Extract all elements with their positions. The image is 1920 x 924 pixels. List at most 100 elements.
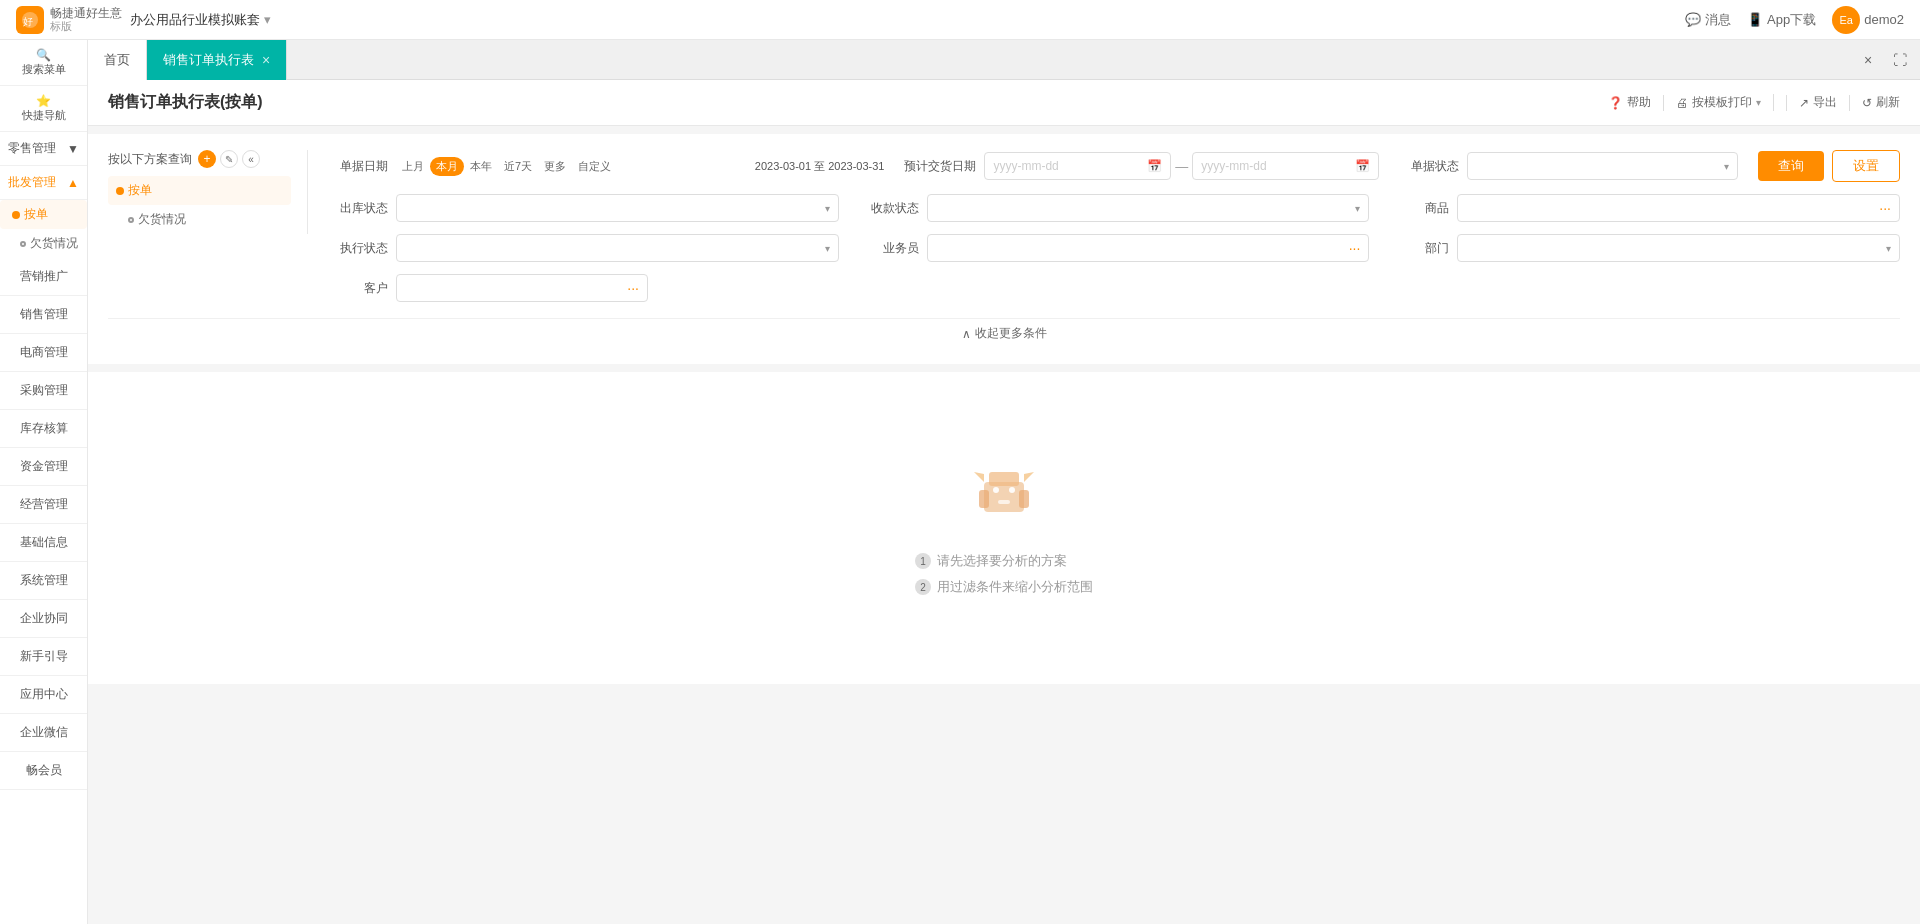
- active-tab-label: 销售订单执行表: [163, 51, 254, 69]
- message-btn[interactable]: 💬 消息: [1685, 11, 1731, 29]
- scheme-item-order[interactable]: 按单: [108, 176, 291, 205]
- salesperson-more-icon[interactable]: ···: [1349, 240, 1361, 256]
- filter-panel: 按以下方案查询 + ✎ « 按单: [88, 134, 1920, 364]
- scheme-order-label: 按单: [128, 182, 152, 199]
- collapse-btn[interactable]: ∧ 收起更多条件: [108, 318, 1900, 348]
- sidebar-quick[interactable]: ⭐ 快捷导航: [0, 86, 87, 132]
- app-title-bar[interactable]: 办公用品行业模拟账套 ▾: [130, 11, 271, 29]
- help-btn[interactable]: ❓ 帮助: [1608, 94, 1651, 111]
- sidebar-item-ecom[interactable]: 电商管理: [0, 334, 87, 372]
- sidebar-item-inventory[interactable]: 库存核算: [0, 410, 87, 448]
- sidebar-item-marketing[interactable]: 营销推广: [0, 258, 87, 296]
- doc-status-select[interactable]: ▾: [1467, 152, 1738, 180]
- app-name: 畅捷通好生意: [50, 6, 122, 20]
- filter-row-4: 客户 ···: [328, 274, 1900, 302]
- sidebar-subitem-order[interactable]: 按单: [0, 200, 87, 229]
- date-tab-lastmonth[interactable]: 上月: [396, 157, 430, 176]
- sidebar-item-finance[interactable]: 资金管理: [0, 448, 87, 486]
- user-menu[interactable]: Ea demo2: [1832, 6, 1904, 34]
- tab-maximize-btn[interactable]: ⛶: [1888, 48, 1912, 72]
- date-end-input[interactable]: yyyy-mm-dd 📅: [1192, 152, 1379, 180]
- scheme-edit-btn[interactable]: ✎: [220, 150, 238, 168]
- date-start-input[interactable]: yyyy-mm-dd 📅: [984, 152, 1171, 180]
- sidebar-item-purchase[interactable]: 采购管理: [0, 372, 87, 410]
- exec-status-label: 执行状态: [328, 240, 388, 257]
- arrears-label: 欠货情况: [30, 235, 78, 252]
- calendar-start-icon[interactable]: 📅: [1147, 159, 1162, 173]
- print-btn[interactable]: 🖨 按模板打印 ▾: [1676, 94, 1774, 111]
- sidebar-item-sales[interactable]: 销售管理: [0, 296, 87, 334]
- page-header: 销售订单执行表(按单) ❓ 帮助 🖨 按模板打印 ▾ ↗: [88, 80, 1920, 126]
- newbie-label: 新手引导: [20, 649, 68, 663]
- tab-minimize-btn[interactable]: ×: [1856, 48, 1880, 72]
- sidebar-item-biz[interactable]: 经营管理: [0, 486, 87, 524]
- tab-bar: 首页 销售订单执行表 × × ⛶: [88, 40, 1920, 80]
- scheme-add-btn[interactable]: +: [198, 150, 216, 168]
- sidebar-subitem-arrears[interactable]: 欠货情况: [0, 229, 87, 258]
- tab-active[interactable]: 销售订单执行表 ×: [147, 40, 287, 80]
- empty-tips: 1 请先选择要分析的方案 2 用过滤条件来缩小分析范围: [915, 552, 1093, 604]
- sidebar-item-member[interactable]: 畅会员: [0, 752, 87, 790]
- date-tab-more[interactable]: 更多: [538, 157, 572, 176]
- scheme-collapse-btn[interactable]: «: [242, 150, 260, 168]
- sidebar-item-wechat[interactable]: 企业微信: [0, 714, 87, 752]
- empty-tip-1: 1 请先选择要分析的方案: [915, 552, 1093, 570]
- print-icon: 🖨: [1676, 96, 1688, 110]
- exec-status-select[interactable]: ▾: [396, 234, 839, 262]
- divider1: [1663, 95, 1664, 111]
- goods-more-icon[interactable]: ···: [1879, 200, 1891, 216]
- user-name: demo2: [1864, 12, 1904, 27]
- page-actions: ❓ 帮助 🖨 按模板打印 ▾ ↗ 导出: [1608, 94, 1900, 111]
- salesperson-label: 业务员: [859, 240, 919, 257]
- refresh-btn[interactable]: ↺ 刷新: [1862, 94, 1900, 111]
- svg-rect-8: [998, 500, 1010, 504]
- sidebar-item-corp[interactable]: 企业协同: [0, 600, 87, 638]
- avatar-text: Ea: [1840, 14, 1853, 26]
- sidebar-item-app[interactable]: 应用中心: [0, 676, 87, 714]
- arrears-dot: [20, 241, 26, 247]
- filter-fields: 单据日期 上月 本月 本年 近7天 更多 自定义: [308, 150, 1900, 314]
- customer-more-icon[interactable]: ···: [627, 280, 639, 296]
- sidebar-item-retail[interactable]: 零售管理 ▼: [0, 132, 87, 166]
- sales-label: 销售管理: [20, 307, 68, 321]
- goods-label: 商品: [1389, 200, 1449, 217]
- app-title-dropdown-icon[interactable]: ▾: [264, 12, 271, 27]
- query-btn[interactable]: 查询: [1758, 151, 1824, 181]
- scheme-item-arrears[interactable]: 欠货情况: [108, 205, 291, 234]
- date-tab-7days[interactable]: 近7天: [498, 157, 538, 176]
- department-select[interactable]: ▾: [1457, 234, 1900, 262]
- system-label: 系统管理: [20, 573, 68, 587]
- date-tab-thismonth[interactable]: 本月: [430, 157, 464, 176]
- sidebar-item-basic[interactable]: 基础信息: [0, 524, 87, 562]
- sidebar-item-newbie[interactable]: 新手引导: [0, 638, 87, 676]
- avatar: Ea: [1832, 6, 1860, 34]
- date-tab-thisyear[interactable]: 本年: [464, 157, 498, 176]
- tab-close-icon[interactable]: ×: [262, 52, 270, 68]
- marketing-label: 营销推广: [20, 269, 68, 283]
- refresh-label: 刷新: [1876, 94, 1900, 111]
- calendar-end-icon[interactable]: 📅: [1355, 159, 1370, 173]
- logo-text: 畅捷通好生意 标版: [50, 6, 122, 34]
- app-download-btn[interactable]: 📱 App下载: [1747, 11, 1816, 29]
- date-field: 单据日期 上月 本月 本年 近7天 更多 自定义: [328, 157, 735, 176]
- out-status-select[interactable]: ▾: [396, 194, 839, 222]
- receive-status-select[interactable]: ▾: [927, 194, 1370, 222]
- sidebar-item-wholesale[interactable]: 批发管理 ▲: [0, 166, 87, 200]
- top-bar-right: 💬 消息 📱 App下载 Ea demo2: [1685, 6, 1904, 34]
- sidebar-item-system[interactable]: 系统管理: [0, 562, 87, 600]
- goods-select[interactable]: ···: [1457, 194, 1900, 222]
- salesperson-select[interactable]: ···: [927, 234, 1370, 262]
- sidebar-search[interactable]: 🔍 搜索菜单: [0, 40, 87, 86]
- quick-label: 快捷导航: [4, 108, 83, 123]
- customer-label: 客户: [328, 280, 388, 297]
- scheme-dot-order: [116, 187, 124, 195]
- export-btn[interactable]: ↗ 导出: [1799, 94, 1837, 111]
- wholesale-label: 批发管理: [8, 174, 56, 191]
- date-tab-custom[interactable]: 自定义: [572, 157, 617, 176]
- scheme-actions: + ✎ «: [198, 150, 260, 168]
- empty-tip-2: 2 用过滤条件来缩小分析范围: [915, 578, 1093, 596]
- settings-btn[interactable]: 设置: [1832, 150, 1900, 182]
- tab-home[interactable]: 首页: [88, 40, 147, 80]
- download-label: App下载: [1767, 11, 1816, 29]
- customer-select[interactable]: ···: [396, 274, 648, 302]
